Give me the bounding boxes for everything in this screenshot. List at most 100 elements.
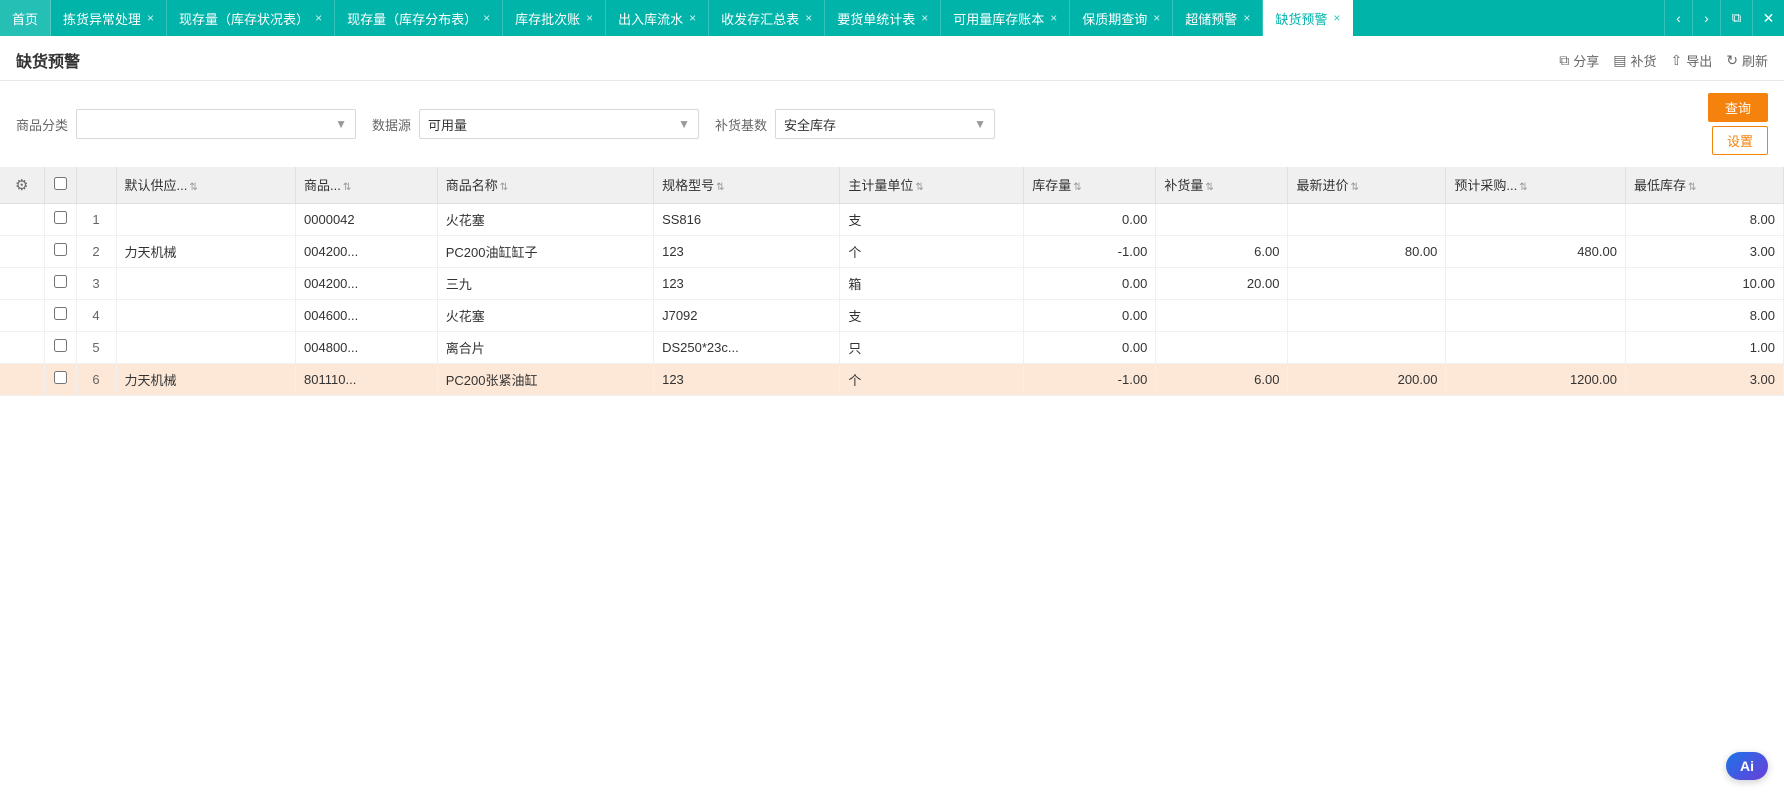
nav-item-expiry-query[interactable]: 保质期查询 × [1070,0,1173,36]
nav-item-label: 首页 [12,9,38,28]
nav-item-home[interactable]: 首页 [0,0,51,36]
row-product-code: 0000042 [296,203,438,235]
filter-actions: 查询 设置 [1708,93,1768,155]
row-supplier: 力天机械 [116,363,296,395]
nav-close-icon[interactable]: × [483,11,490,25]
nav-item-batch-account[interactable]: 库存批次账 × [503,0,606,36]
column-stock[interactable]: 库存量⇅ [1024,167,1156,203]
export-icon: ⇧ [1671,52,1683,69]
nav-close-icon[interactable]: × [1153,11,1160,25]
nav-item-overstock-warning[interactable]: 超储预警× [1173,0,1263,36]
replenish-base-label: 补货基数 [715,115,767,134]
category-filter-group: 商品分类 ▼ [16,109,356,139]
category-select[interactable]: ▼ [76,109,356,139]
nav-item-label: 要货单统计表 [837,9,915,28]
row-checkbox-cell[interactable] [44,331,76,363]
sort-icon-price: ⇅ [1350,182,1358,193]
replenish-button[interactable]: ▤ 补货 [1613,51,1656,70]
nav-item-label: 现存量（库存分布表） [347,9,477,28]
nav-arrow-left[interactable]: ‹ [1664,0,1692,36]
column-row-num [76,167,116,203]
nav-arrow-right[interactable]: › [1692,0,1720,36]
column-default-supplier[interactable]: 默认供应...⇅ [116,167,296,203]
nav-item-defect-proc[interactable]: 拣货异常处理× [51,0,167,36]
column-product-name[interactable]: 商品名称⇅ [437,167,653,203]
row-checkbox-cell[interactable] [44,299,76,331]
nav-item-inventory-status[interactable]: 现存量（库存状况表）× [167,0,335,36]
row-checkbox-cell[interactable] [44,363,76,395]
row-replenish-qty: 6.00 [1156,363,1288,395]
nav-item-inventory-dist[interactable]: 现存量（库存分布表） × [335,0,503,36]
row-checkbox[interactable] [54,243,67,256]
column-min-stock[interactable]: 最低库存⇅ [1625,167,1783,203]
datasource-filter-group: 数据源 可用量 ▼ [372,109,699,139]
row-gear-cell [0,267,44,299]
column-latest-price[interactable]: 最新进价⇅ [1288,167,1446,203]
row-checkbox-cell[interactable] [44,203,76,235]
row-checkbox[interactable] [54,275,67,288]
table-header-row: ⚙ 默认供应...⇅ 商品...⇅ 商品名称⇅ 规格型号⇅ 主计量单位⇅ 库存量… [0,167,1784,203]
column-replenish-qty[interactable]: 补货量⇅ [1156,167,1288,203]
export-button[interactable]: ⇧ 导出 [1671,51,1713,70]
column-product-code[interactable]: 商品...⇅ [296,167,438,203]
replenish-base-filter-group: 补货基数 安全库存 ▼ [715,109,995,139]
nav-item-label: 缺货预警 [1275,9,1327,28]
nav-item-label: 库存批次账 [515,9,580,28]
row-est-purchase [1446,331,1626,363]
nav-close-icon[interactable]: × [315,11,322,25]
nav-close-icon[interactable]: × [147,11,154,25]
nav-restore[interactable]: ⧉ [1720,0,1752,36]
row-supplier [116,299,296,331]
row-spec: J7092 [654,299,840,331]
row-min-stock: 1.00 [1625,331,1783,363]
row-checkbox[interactable] [54,211,67,224]
nav-close-icon[interactable]: × [586,11,593,25]
row-est-purchase [1446,203,1626,235]
refresh-button[interactable]: ↻ 刷新 [1726,51,1768,70]
query-button[interactable]: 查询 [1708,93,1768,122]
gear-settings-icon[interactable]: ⚙ [15,177,28,194]
page-header: 缺货预警 ⧉ 分享 ▤ 补货 ⇧ 导出 ↻ 刷新 [0,36,1784,81]
nav-close-icon[interactable]: × [921,11,928,25]
row-number: 2 [76,235,116,267]
replenish-base-select[interactable]: 安全库存 ▼ [775,109,995,139]
sort-icon-purchase: ⇅ [1519,182,1527,193]
nav-item-available-ledger[interactable]: 可用量库存账本× [941,0,1070,36]
nav-close-icon[interactable]: × [1050,11,1057,25]
row-product-name: 三九 [437,267,653,299]
nav-close-icon[interactable]: × [805,11,812,25]
sort-icon-supplier: ⇅ [189,182,197,193]
nav-close-icon[interactable]: × [1333,11,1340,25]
select-all-checkbox[interactable] [54,177,67,190]
row-stock: 0.00 [1024,331,1156,363]
nav-item-receive-summary[interactable]: 收发存汇总表× [709,0,825,36]
header-actions: ⧉ 分享 ▤ 补货 ⇧ 导出 ↻ 刷新 [1559,51,1768,70]
table-row: 3004200...三九123箱0.0020.0010.00 [0,267,1784,299]
row-supplier [116,331,296,363]
column-checkbox[interactable] [44,167,76,203]
row-product-code: 004600... [296,299,438,331]
row-latest-price [1288,331,1446,363]
datasource-select[interactable]: 可用量 ▼ [419,109,699,139]
nav-close[interactable]: ✕ [1752,0,1784,36]
row-checkbox[interactable] [54,339,67,352]
nav-item-order-stats[interactable]: 要货单统计表 × [825,0,941,36]
share-button[interactable]: ⧉ 分享 [1559,51,1599,70]
column-gear[interactable]: ⚙ [0,167,44,203]
nav-item-shortage-warning[interactable]: 缺货预警 × [1263,0,1353,36]
ai-badge[interactable]: Ai [1726,752,1768,780]
nav-item-in-out-flow[interactable]: 出入库流水× [606,0,709,36]
row-checkbox[interactable] [54,307,67,320]
nav-item-label: 保质期查询 [1082,9,1147,28]
nav-close-icon[interactable]: × [1243,11,1250,25]
nav-close-icon[interactable]: × [689,11,696,25]
column-spec[interactable]: 规格型号⇅ [654,167,840,203]
row-checkbox-cell[interactable] [44,235,76,267]
settings-button[interactable]: 设置 [1712,126,1768,155]
sort-icon-name: ⇅ [500,182,508,193]
row-checkbox-cell[interactable] [44,267,76,299]
column-est-purchase[interactable]: 预计采购...⇅ [1446,167,1626,203]
column-unit[interactable]: 主计量单位⇅ [840,167,1024,203]
row-checkbox[interactable] [54,371,67,384]
row-latest-price [1288,267,1446,299]
